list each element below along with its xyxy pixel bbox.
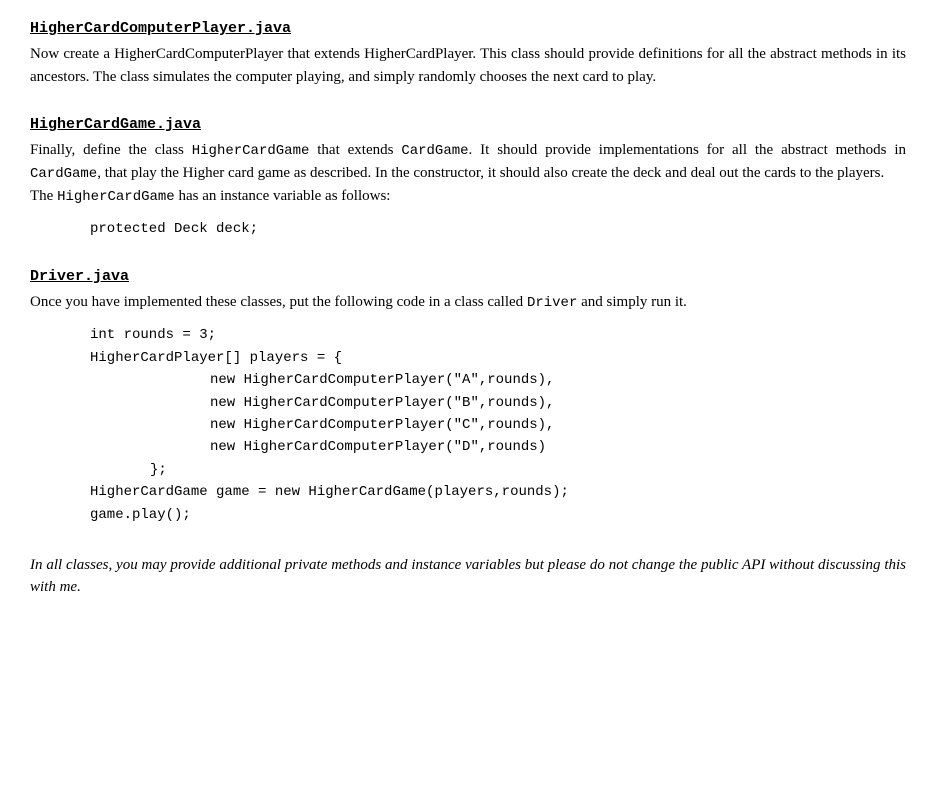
section-higher-card-computer-player: HigherCardComputerPlayer.java Now create… xyxy=(30,20,906,88)
code-inline-4: HigherCardGame xyxy=(57,189,175,205)
code-line-6: new HigherCardComputerPlayer("D",rounds) xyxy=(210,436,906,458)
higher-card-game-text-2: The HigherCardGame has an instance varia… xyxy=(30,188,390,204)
instance-variable-code: protected Deck deck; xyxy=(90,218,906,240)
driver-intro-text: Once you have implemented these classes,… xyxy=(30,294,687,310)
code-line-2: HigherCardPlayer[] players = { xyxy=(90,347,906,369)
code-line-5: new HigherCardComputerPlayer("C",rounds)… xyxy=(210,414,906,436)
section-body-3: Once you have implemented these classes,… xyxy=(30,291,906,314)
higher-card-game-text: Finally, define the class HigherCardGame… xyxy=(30,142,906,181)
instance-var-line: protected Deck deck; xyxy=(90,221,258,237)
section-driver: Driver.java Once you have implemented th… xyxy=(30,268,906,526)
section-title-1: HigherCardComputerPlayer.java xyxy=(30,20,906,37)
code-inline-driver: Driver xyxy=(527,295,577,311)
code-inline-2: CardGame xyxy=(401,143,468,159)
code-line-1: int rounds = 3; xyxy=(90,324,906,346)
section-higher-card-game: HigherCardGame.java Finally, define the … xyxy=(30,116,906,240)
code-inline-1: HigherCardGame xyxy=(192,143,310,159)
code-line-7: }; xyxy=(150,459,906,481)
section-body-2: Finally, define the class HigherCardGame… xyxy=(30,139,906,240)
driver-code-block: int rounds = 3; HigherCardPlayer[] playe… xyxy=(90,324,906,526)
section-title-3: Driver.java xyxy=(30,268,906,285)
footer-note: In all classes, you may provide addition… xyxy=(30,554,906,599)
code-line-9: game.play(); xyxy=(90,504,906,526)
section-title-2: HigherCardGame.java xyxy=(30,116,906,133)
code-line-8: HigherCardGame game = new HigherCardGame… xyxy=(90,481,906,503)
code-line-3: new HigherCardComputerPlayer("A",rounds)… xyxy=(210,369,906,391)
code-inline-3: CardGame xyxy=(30,166,97,182)
section-body-1: Now create a HigherCardComputerPlayer th… xyxy=(30,43,906,88)
code-line-4: new HigherCardComputerPlayer("B",rounds)… xyxy=(210,392,906,414)
